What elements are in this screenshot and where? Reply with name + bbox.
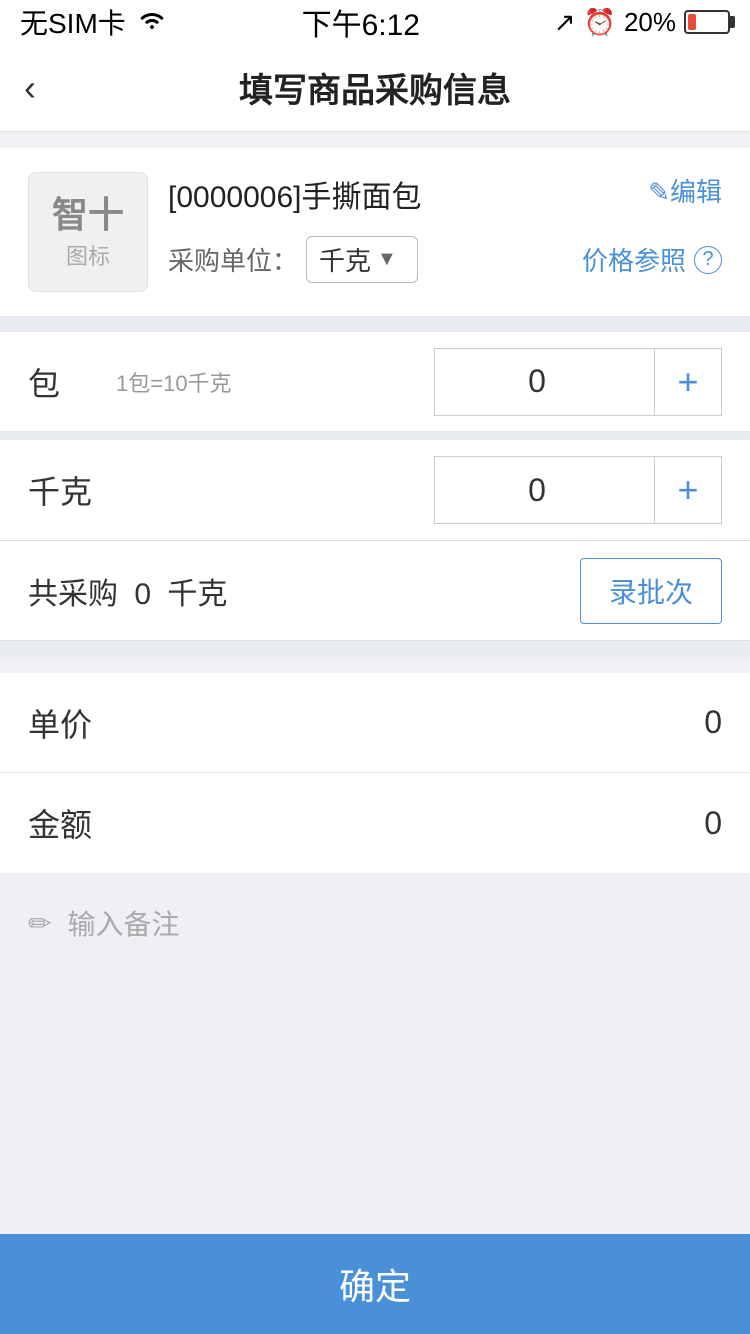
package-label: 包 [28, 359, 108, 405]
confirm-button[interactable]: 确定 [0, 1234, 750, 1334]
alarm-icon: ⏰ [584, 7, 616, 38]
amount-label: 金额 [28, 800, 92, 846]
price-ref-button[interactable]: 价格参照 ? [582, 241, 722, 278]
kilogram-input-row: 千克 + [0, 440, 750, 540]
amount-value: 0 [704, 805, 722, 842]
page-title: 填写商品采购信息 [239, 63, 511, 112]
kilogram-input-control: + [434, 456, 722, 524]
section-divider-1 [0, 316, 750, 332]
status-time: 下午6:12 [302, 0, 420, 44]
price-label: 单价 [28, 700, 92, 746]
price-value: 0 [704, 704, 722, 741]
package-quantity-input[interactable] [434, 348, 654, 416]
kilogram-quantity-input[interactable] [434, 456, 654, 524]
section-divider-3 [0, 641, 750, 657]
package-input-control: + [434, 348, 722, 416]
price-row: 单价 0 [0, 673, 750, 773]
kilogram-plus-button[interactable]: + [654, 456, 722, 524]
note-section[interactable]: ✏ 输入备注 [0, 873, 750, 973]
pencil-icon: ✏ [28, 907, 51, 940]
price-ref-help-icon[interactable]: ? [694, 246, 722, 274]
amount-row: 金额 0 [0, 773, 750, 873]
wifi-icon [136, 6, 168, 38]
info-section: 单价 0 金额 0 [0, 673, 750, 873]
battery-icon [684, 10, 730, 34]
status-left: 无SIM卡 [20, 2, 168, 42]
product-image: 智十 图标 [28, 172, 148, 292]
back-button[interactable]: ‹ [24, 67, 36, 109]
battery-percent: 20% [624, 7, 676, 38]
status-right: ↗ ⏰ 20% [554, 7, 730, 38]
product-card: 智十 图标 [0000006]手撕面包 ✎编辑 采购单位： 千克 ▼ 价格参照 … [0, 148, 750, 316]
unit-select[interactable]: 千克 ▼ [306, 236, 418, 283]
package-sub-label: 1包=10千克 [116, 366, 434, 398]
unit-label: 采购单位： [168, 241, 298, 278]
product-info: [0000006]手撕面包 ✎编辑 采购单位： 千克 ▼ 价格参照 ? [168, 172, 722, 283]
carrier-label: 无SIM卡 [20, 2, 126, 42]
nav-bar: ‹ 填写商品采购信息 [0, 44, 750, 132]
kilogram-input-section: 千克 + [0, 432, 750, 540]
package-input-row: 包 1包=10千克 + [0, 332, 750, 432]
batch-record-button[interactable]: 录批次 [580, 558, 722, 624]
summary-row: 共采购 0 千克 录批次 [0, 541, 750, 641]
package-plus-button[interactable]: + [654, 348, 722, 416]
status-bar: 无SIM卡 下午6:12 ↗ ⏰ 20% [0, 0, 750, 44]
kilogram-label: 千克 [28, 467, 108, 513]
note-placeholder: 输入备注 [67, 903, 179, 943]
edit-button[interactable]: ✎编辑 [648, 172, 722, 209]
package-input-section: 包 1包=10千克 + [0, 332, 750, 432]
summary-text: 共采购 0 千克 [28, 569, 227, 613]
location-icon: ↗ [554, 7, 576, 38]
product-name: [0000006]手撕面包 [168, 172, 421, 216]
chevron-down-icon: ▼ [377, 248, 397, 271]
